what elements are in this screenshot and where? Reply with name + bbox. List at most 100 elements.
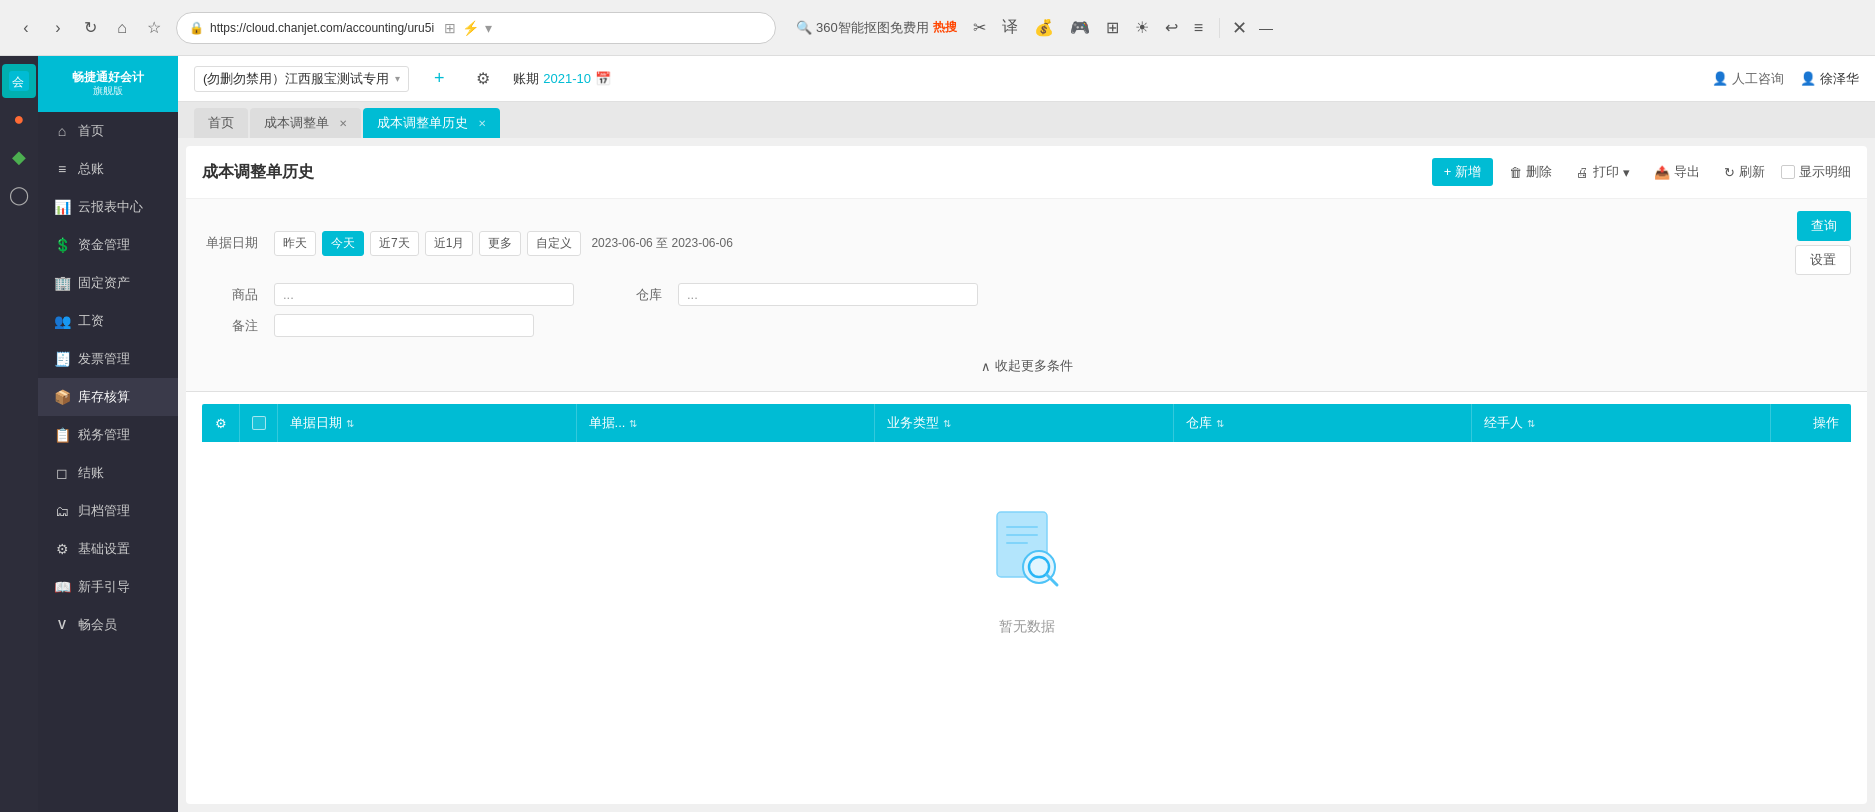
add-account-button[interactable]: +: [425, 65, 453, 93]
th-settings[interactable]: ⚙: [202, 404, 240, 442]
note-input[interactable]: [274, 314, 534, 337]
scissors-icon[interactable]: ✂: [969, 16, 990, 39]
sidebar-item-reports[interactable]: 📊 云报表中心: [38, 188, 178, 226]
query-button[interactable]: 查询: [1797, 211, 1851, 241]
date-btn-7days[interactable]: 近7天: [370, 231, 419, 256]
date-btn-1month[interactable]: 近1月: [425, 231, 474, 256]
display-checkbox[interactable]: [1781, 165, 1795, 179]
user-avatar[interactable]: 👤 徐泽华: [1800, 70, 1859, 88]
th-date[interactable]: 单据日期 ⇅: [278, 404, 577, 442]
calendar-icon[interactable]: 📅: [595, 71, 611, 86]
collapse-button[interactable]: ∧ 收起更多条件: [969, 353, 1085, 379]
sidebar-item-funds[interactable]: 💲 资金管理: [38, 226, 178, 264]
account-selector[interactable]: (勿删勿禁用）江西服宝测试专用 ▾: [194, 66, 409, 92]
page-actions: + 新增 🗑 删除 🖨 打印 ▾ 📤 导出 ↻: [1432, 158, 1851, 186]
page-content: 成本调整单历史 + 新增 🗑 删除 🖨 打印 ▾ 📤 导出: [186, 146, 1867, 804]
th-biz-type[interactable]: 业务类型 ⇅: [875, 404, 1174, 442]
tab-cost-adjust[interactable]: 成本调整单 ✕: [250, 108, 361, 138]
sidebar-item-inventory[interactable]: 📦 库存核算: [38, 378, 178, 416]
settings-col-icon: ⚙: [215, 416, 227, 431]
sidebar-label-guide: 新手引导: [78, 578, 130, 596]
tab-home[interactable]: 首页: [194, 108, 248, 138]
sidebar-item-home[interactable]: ⌂ 首页: [38, 112, 178, 150]
warehouse-filter-label: 仓库: [606, 286, 662, 304]
th-actions-label: 操作: [1813, 414, 1839, 432]
header-checkbox[interactable]: [252, 416, 266, 430]
icon-bar-app[interactable]: 会: [2, 64, 36, 98]
export-button[interactable]: 📤 导出: [1646, 159, 1708, 185]
browser-search[interactable]: 🔍 360智能抠图免费用 热搜: [796, 19, 957, 37]
date-btn-yesterday[interactable]: 昨天: [274, 231, 316, 256]
translate-icon[interactable]: 译: [998, 15, 1022, 40]
close-icon[interactable]: ✕: [1232, 17, 1247, 39]
date-btn-today[interactable]: 今天: [322, 231, 364, 256]
sidebar-item-payroll[interactable]: 👥 工资: [38, 302, 178, 340]
th-date-label: 单据日期: [290, 414, 342, 432]
sidebar-item-fixed[interactable]: 🏢 固定资产: [38, 264, 178, 302]
th-checkbox[interactable]: [240, 404, 278, 442]
warehouse-selector[interactable]: ...: [678, 283, 978, 306]
add-button[interactable]: + 新增: [1432, 158, 1493, 186]
account-settings-button[interactable]: ⚙: [469, 65, 497, 93]
refresh-button[interactable]: ↻ 刷新: [1716, 159, 1773, 185]
icon-bar-item-3[interactable]: ◆: [2, 140, 36, 174]
tab-cost-history-close[interactable]: ✕: [478, 118, 486, 129]
ssl-icon: 🔒: [189, 21, 204, 35]
undo-icon[interactable]: ↩: [1161, 16, 1182, 39]
date-btn-more[interactable]: 更多: [479, 231, 521, 256]
sidebar-label-close: 结账: [78, 464, 104, 482]
apps-icon[interactable]: ⊞: [1102, 16, 1123, 39]
sidebar-item-vip[interactable]: V 畅会员: [38, 606, 178, 644]
th-handler[interactable]: 经手人 ⇅: [1472, 404, 1771, 442]
home-icon: ⌂: [54, 123, 70, 139]
print-button[interactable]: 🖨 打印 ▾: [1568, 159, 1638, 185]
th-warehouse[interactable]: 仓库 ⇅: [1174, 404, 1473, 442]
filter-row-date: 单据日期 昨天 今天 近7天 近1月 更多 自定义 2023-06-06 至 2…: [202, 211, 1851, 275]
sidebar-item-basic[interactable]: ⚙ 基础设置: [38, 530, 178, 568]
icon-bar-item-4[interactable]: ◯: [2, 178, 36, 212]
filter-area: 单据日期 昨天 今天 近7天 近1月 更多 自定义 2023-06-06 至 2…: [186, 199, 1867, 392]
display-label: 显示明细: [1799, 163, 1851, 181]
goods-selector[interactable]: ...: [274, 283, 574, 306]
ledger-icon: ≡: [54, 161, 70, 177]
th-biz-type-label: 业务类型: [887, 414, 939, 432]
refresh-button[interactable]: ↻: [76, 14, 104, 42]
star-button[interactable]: ☆: [140, 14, 168, 42]
invoice-icon: 🧾: [54, 351, 70, 367]
empty-text: 暂无数据: [999, 618, 1055, 636]
note-filter-label: 备注: [202, 317, 258, 335]
consultation-button[interactable]: 👤 人工咨询: [1712, 70, 1784, 88]
tab-cost-history[interactable]: 成本调整单历史 ✕: [363, 108, 500, 138]
sidebar-item-close[interactable]: ◻ 结账: [38, 454, 178, 492]
tab-cost-adjust-close[interactable]: ✕: [339, 118, 347, 129]
sidebar-item-guide[interactable]: 📖 新手引导: [38, 568, 178, 606]
sidebar-menu: ⌂ 首页 ≡ 总账 📊 云报表中心 💲 资金管理 🏢 固定资产 👥 工资: [38, 112, 178, 812]
date-btn-custom[interactable]: 自定义: [527, 231, 581, 256]
minimize-icon[interactable]: —: [1259, 20, 1273, 36]
user-name-label: 徐泽华: [1820, 70, 1859, 88]
sidebar-item-tax[interactable]: 📋 税务管理: [38, 416, 178, 454]
brightness-icon[interactable]: ☀: [1131, 16, 1153, 39]
delete-button[interactable]: 🗑 删除: [1501, 159, 1560, 185]
address-bar[interactable]: 🔒 https://cloud.chanjet.com/accounting/u…: [176, 12, 776, 44]
sidebar-item-archive[interactable]: 🗂 归档管理: [38, 492, 178, 530]
display-toggle[interactable]: 显示明细: [1781, 163, 1851, 181]
date-range-display: 2023-06-06 至 2023-06-06: [591, 235, 732, 252]
icon-bar-item-2[interactable]: ●: [2, 102, 36, 136]
home-button[interactable]: ⌂: [108, 14, 136, 42]
th-number[interactable]: 单据... ⇅: [577, 404, 876, 442]
forward-button[interactable]: ›: [44, 14, 72, 42]
fixed-icon: 🏢: [54, 275, 70, 291]
collapse-label: 收起更多条件: [995, 357, 1073, 375]
funds-icon: 💲: [54, 237, 70, 253]
sidebar-item-invoice[interactable]: 🧾 发票管理: [38, 340, 178, 378]
game-icon[interactable]: 🎮: [1066, 16, 1094, 39]
print-label: 打印: [1593, 163, 1619, 181]
back-button[interactable]: ‹: [12, 14, 40, 42]
filter-settings-button[interactable]: 设置: [1795, 245, 1851, 275]
menu-icon[interactable]: ≡: [1190, 17, 1207, 39]
sidebar-item-ledger[interactable]: ≡ 总账: [38, 150, 178, 188]
user-icon: 👤: [1800, 71, 1816, 86]
close-period-icon: ◻: [54, 465, 70, 481]
wallet-icon[interactable]: 💰: [1030, 16, 1058, 39]
